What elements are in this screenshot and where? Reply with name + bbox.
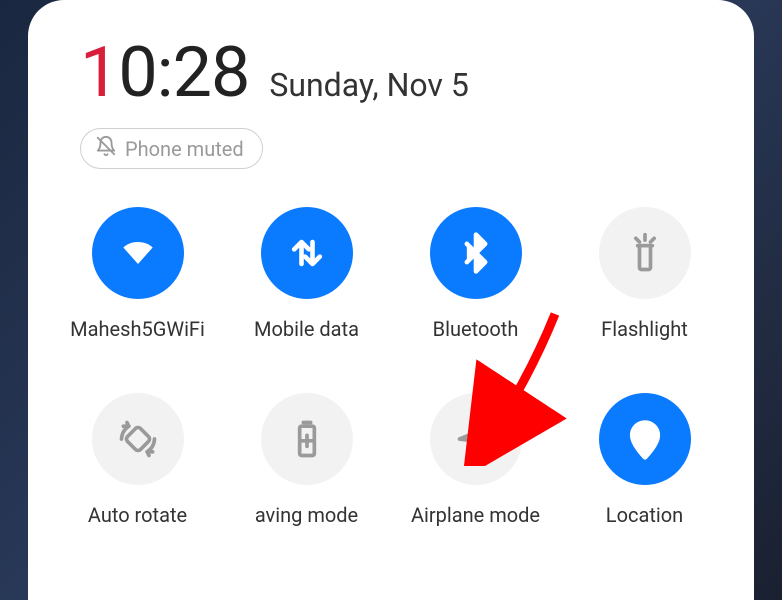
clock-row: 10:28 Sunday, Nov 5 (58, 38, 724, 108)
tile-wifi[interactable]: Mahesh5GWiFi (58, 207, 217, 341)
flashlight-icon (599, 207, 691, 299)
tile-label: Airplane mode (411, 503, 540, 527)
mobile-data-icon (261, 207, 353, 299)
rotate-icon (92, 393, 184, 485)
tile-location[interactable]: Location (565, 393, 724, 527)
tile-saving-mode[interactable]: aving mode (227, 393, 386, 527)
clock-rest: 0:28 (118, 32, 249, 114)
airplane-icon (430, 393, 522, 485)
tile-label: Mobile data (254, 317, 359, 341)
wifi-icon (92, 207, 184, 299)
tile-mobile-data[interactable]: Mobile data (227, 207, 386, 341)
muted-label: Phone muted (125, 137, 244, 161)
tile-airplane-mode[interactable]: Airplane mode (396, 393, 555, 527)
date: Sunday, Nov 5 (269, 66, 469, 104)
tile-bluetooth[interactable]: Bluetooth (396, 207, 555, 341)
tile-label: Location (606, 503, 683, 527)
tile-flashlight[interactable]: Flashlight (565, 207, 724, 341)
clock-accent-digit: 1 (80, 32, 118, 114)
clock: 10:28 (80, 38, 249, 108)
quick-settings-grid: Mahesh5GWiFi Mobile data Bluetooth (58, 207, 724, 527)
phone-muted-pill[interactable]: Phone muted (80, 128, 263, 169)
location-icon (599, 393, 691, 485)
bluetooth-icon (430, 207, 522, 299)
battery-saver-icon (261, 393, 353, 485)
bell-muted-icon (95, 135, 117, 162)
quick-settings-panel: 10:28 Sunday, Nov 5 Phone muted Mahesh5G… (28, 0, 754, 600)
tile-label: aving mode (255, 503, 358, 527)
tile-label: Auto rotate (88, 503, 187, 527)
tile-label: Mahesh5GWiFi (70, 317, 205, 341)
tile-label: Flashlight (601, 317, 688, 341)
tile-label: Bluetooth (433, 317, 519, 341)
tile-auto-rotate[interactable]: Auto rotate (58, 393, 217, 527)
